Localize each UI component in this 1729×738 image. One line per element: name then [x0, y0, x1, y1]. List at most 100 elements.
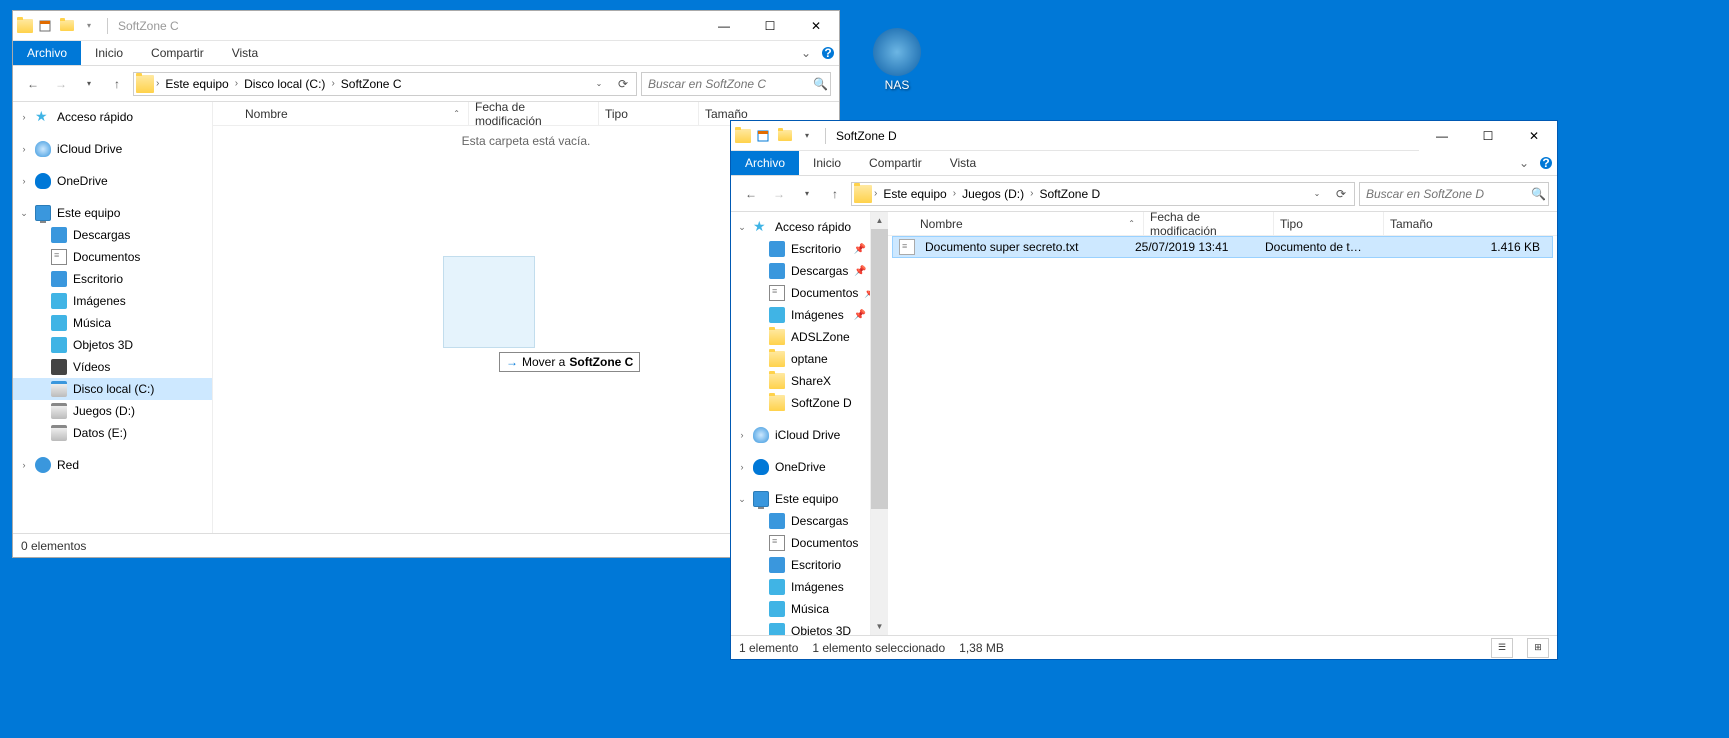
sidebar-network[interactable]: ›Red [13, 454, 212, 476]
nav-back-button[interactable]: ← [739, 182, 763, 206]
scroll-thumb[interactable] [871, 229, 888, 509]
nav-up-button[interactable]: ↑ [105, 72, 129, 96]
sidebar-documents[interactable]: Documentos [13, 246, 212, 268]
ribbon-tab-view[interactable]: Vista [936, 151, 990, 175]
sidebar-images[interactable]: Imágenes📌 [731, 304, 870, 326]
file-list[interactable]: Documento super secreto.txt 25/07/2019 1… [888, 236, 1557, 635]
address-bar[interactable]: › Este equipo › Disco local (C:) › SoftZ… [133, 72, 637, 96]
breadcrumb-item[interactable]: Disco local (C:) [240, 75, 329, 93]
nav-recent-dropdown[interactable]: ▾ [77, 72, 101, 96]
help-icon[interactable]: ? [1535, 151, 1557, 175]
ribbon-tab-file[interactable]: Archivo [731, 151, 799, 175]
ribbon-tab-file[interactable]: Archivo [13, 41, 81, 65]
sidebar-icloud[interactable]: ›iCloud Drive [13, 138, 212, 160]
search-icon[interactable]: 🔍 [811, 77, 830, 91]
sidebar-pc-desktop[interactable]: Escritorio [731, 554, 870, 576]
sidebar-onedrive[interactable]: ›OneDrive [731, 456, 870, 478]
breadcrumb-item[interactable]: SoftZone D [1035, 185, 1104, 203]
ribbon-expand-icon[interactable]: ⌄ [1513, 151, 1535, 175]
column-modified[interactable]: Fecha de modificación [469, 102, 599, 125]
ribbon-tab-home[interactable]: Inicio [81, 41, 137, 65]
column-name[interactable]: Nombre⌃ [914, 212, 1144, 235]
sidebar-this-pc[interactable]: ⌄Este equipo [13, 202, 212, 224]
chevron-right-icon[interactable]: › [331, 78, 334, 89]
sidebar-games-d[interactable]: Juegos (D:) [13, 400, 212, 422]
sidebar-quick-access[interactable]: ⌄★Acceso rápido [731, 216, 870, 238]
desktop-shortcut-nas[interactable]: NAS [862, 28, 932, 92]
sidebar-icloud[interactable]: ›iCloud Drive [731, 424, 870, 446]
sidebar-scrollbar[interactable]: ▲ ▼ [871, 212, 888, 635]
column-type[interactable]: Tipo [1274, 212, 1384, 235]
close-button[interactable]: ✕ [1511, 121, 1557, 151]
sidebar-downloads[interactable]: Descargas [13, 224, 212, 246]
sidebar-optane[interactable]: optane [731, 348, 870, 370]
nav-recent-dropdown[interactable]: ▾ [795, 182, 819, 206]
chevron-right-icon[interactable]: › [953, 188, 956, 199]
qat-dropdown-icon[interactable]: ▾ [797, 126, 817, 146]
view-details-button[interactable]: ☰ [1491, 638, 1513, 658]
search-input[interactable] [642, 75, 811, 93]
column-modified[interactable]: Fecha de modificación [1144, 212, 1274, 235]
column-type[interactable]: Tipo [599, 102, 699, 125]
column-name[interactable]: Nombre⌃ [239, 102, 469, 125]
sidebar-objects3d[interactable]: Objetos 3D [13, 334, 212, 356]
sidebar-documents[interactable]: Documentos📌 [731, 282, 870, 304]
breadcrumb-item[interactable]: Este equipo [161, 75, 232, 93]
ribbon-tab-view[interactable]: Vista [218, 41, 272, 65]
scroll-up-icon[interactable]: ▲ [871, 212, 888, 229]
chevron-right-icon[interactable]: › [156, 78, 159, 89]
search-icon[interactable]: 🔍 [1529, 187, 1548, 201]
refresh-icon[interactable]: ⟳ [612, 73, 634, 95]
sidebar-desktop[interactable]: Escritorio📌 [731, 238, 870, 260]
breadcrumb-item[interactable]: Este equipo [879, 185, 950, 203]
sidebar-videos[interactable]: Vídeos [13, 356, 212, 378]
search-input[interactable] [1360, 185, 1529, 203]
refresh-icon[interactable]: ⟳ [1330, 183, 1352, 205]
sidebar-pc-documents[interactable]: Documentos [731, 532, 870, 554]
ribbon-expand-icon[interactable]: ⌄ [795, 41, 817, 65]
file-row[interactable]: Documento super secreto.txt 25/07/2019 1… [892, 236, 1553, 258]
sidebar-pc-music[interactable]: Música [731, 598, 870, 620]
search-box[interactable]: 🔍 [1359, 182, 1549, 206]
maximize-button[interactable]: ☐ [747, 11, 793, 41]
sidebar-onedrive[interactable]: ›OneDrive [13, 170, 212, 192]
nav-forward-button[interactable]: → [49, 72, 73, 96]
minimize-button[interactable]: — [1419, 121, 1465, 151]
sidebar-pc-images[interactable]: Imágenes [731, 576, 870, 598]
scroll-down-icon[interactable]: ▼ [871, 618, 888, 635]
sidebar-quick-access[interactable]: ›★Acceso rápido [13, 106, 212, 128]
qat-dropdown-icon[interactable]: ▾ [79, 16, 99, 36]
qat-properties-icon[interactable] [753, 126, 773, 146]
help-icon[interactable]: ? [817, 41, 839, 65]
chevron-right-icon[interactable]: › [1030, 188, 1033, 199]
maximize-button[interactable]: ☐ [1465, 121, 1511, 151]
sidebar-pc-downloads[interactable]: Descargas [731, 510, 870, 532]
qat-newfolder-icon[interactable] [775, 126, 795, 146]
sidebar-downloads[interactable]: Descargas📌 [731, 260, 870, 282]
ribbon-tab-home[interactable]: Inicio [799, 151, 855, 175]
nav-up-button[interactable]: ↑ [823, 182, 847, 206]
breadcrumb-item[interactable]: SoftZone C [337, 75, 406, 93]
sidebar-pc-objects3d[interactable]: Objetos 3D [731, 620, 870, 635]
sidebar-music[interactable]: Música [13, 312, 212, 334]
column-size[interactable]: Tamaño [1384, 212, 1557, 235]
address-dropdown-icon[interactable]: ⌄ [588, 73, 610, 95]
view-icons-button[interactable]: ⊞ [1527, 638, 1549, 658]
nav-back-button[interactable]: ← [21, 72, 45, 96]
ribbon-tab-share[interactable]: Compartir [855, 151, 936, 175]
address-dropdown-icon[interactable]: ⌄ [1306, 183, 1328, 205]
sidebar-images[interactable]: Imágenes [13, 290, 212, 312]
sidebar-local-disk-c[interactable]: Disco local (C:) [13, 378, 212, 400]
minimize-button[interactable]: — [701, 11, 747, 41]
address-bar[interactable]: › Este equipo › Juegos (D:) › SoftZone D… [851, 182, 1355, 206]
sidebar-this-pc[interactable]: ⌄Este equipo [731, 488, 870, 510]
breadcrumb-item[interactable]: Juegos (D:) [958, 185, 1028, 203]
close-button[interactable]: ✕ [793, 11, 839, 41]
nav-forward-button[interactable]: → [767, 182, 791, 206]
titlebar[interactable]: ▾ SoftZone C — ☐ ✕ [13, 11, 839, 41]
qat-newfolder-icon[interactable] [57, 16, 77, 36]
chevron-right-icon[interactable]: › [874, 188, 877, 199]
sidebar-adslzone[interactable]: ADSLZone [731, 326, 870, 348]
ribbon-tab-share[interactable]: Compartir [137, 41, 218, 65]
chevron-right-icon[interactable]: › [235, 78, 238, 89]
